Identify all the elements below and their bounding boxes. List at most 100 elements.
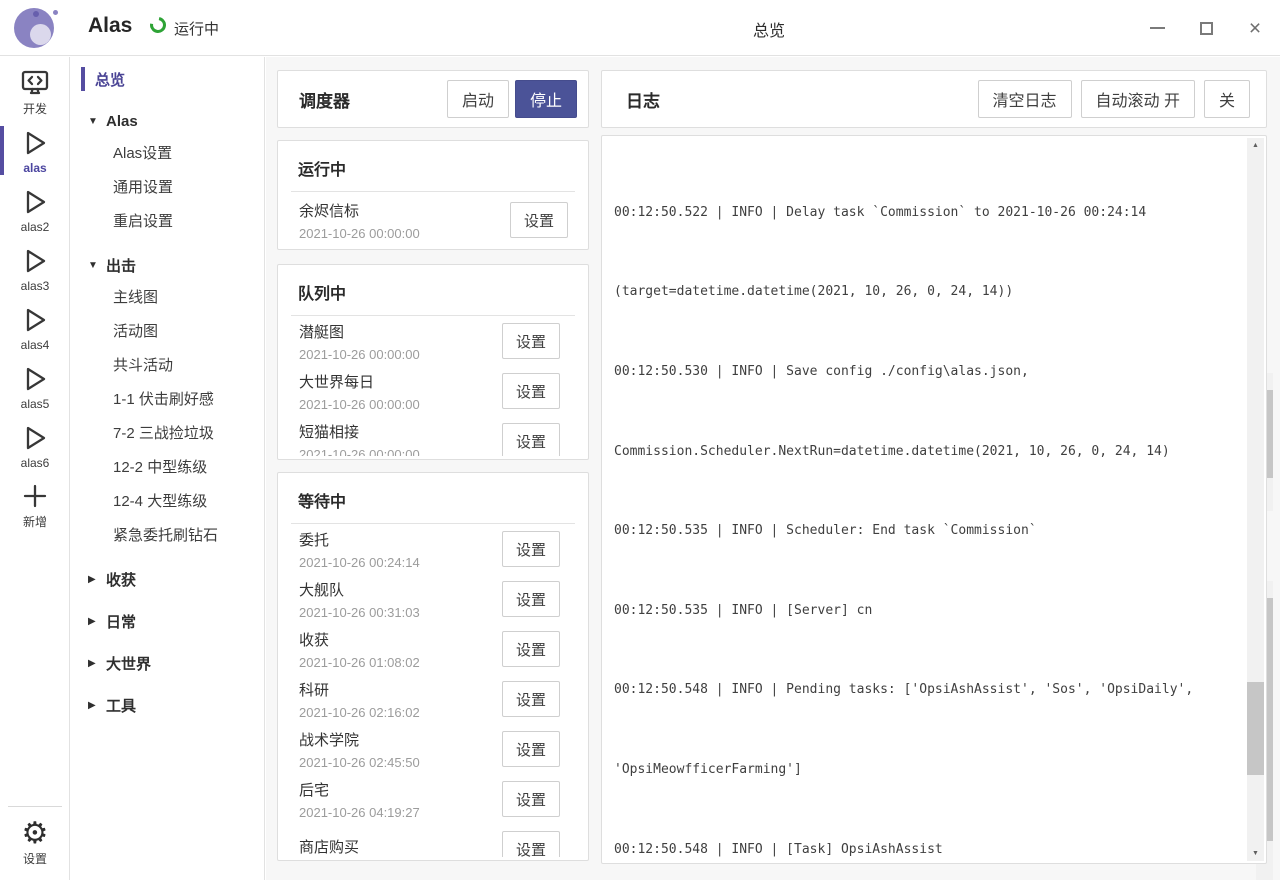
log-line: 00:12:50.535 | INFO | Scheduler: End tas… xyxy=(614,521,1246,541)
menu-item[interactable]: 日常 xyxy=(71,607,264,635)
menu-item[interactable]: 主线图 xyxy=(71,279,264,313)
play-icon xyxy=(18,126,52,160)
close-button[interactable]: × xyxy=(1244,17,1266,39)
rail-bottom: ⚙ 设置 xyxy=(0,806,70,872)
instance-label: alas xyxy=(23,161,46,175)
scrollbar-thumb[interactable] xyxy=(1247,682,1264,775)
log-line: 00:12:50.522 | INFO | Delay task `Commis… xyxy=(614,203,1246,223)
instance-item[interactable]: alas6 xyxy=(0,416,70,475)
settings-button[interactable]: ⚙ 设置 xyxy=(0,813,70,872)
autoscroll-off-button[interactable]: 关 xyxy=(1204,80,1250,118)
task-info: 大舰队 2021-10-26 00:31:03 xyxy=(299,579,502,620)
task-row: 大世界每日 2021-10-26 00:00:00 设置 xyxy=(278,366,588,416)
task-info: 战术学院 2021-10-26 02:45:50 xyxy=(299,729,502,770)
instance-item[interactable]: alas2 xyxy=(0,180,70,239)
task-row: 大舰队 2021-10-26 00:31:03 设置 xyxy=(278,574,588,624)
log-line: 00:12:50.548 | INFO | Pending tasks: ['O… xyxy=(614,680,1246,700)
page-title: 总览 xyxy=(753,17,785,41)
menu-item[interactable]: 通用设置 xyxy=(71,169,264,203)
menu-item[interactable]: 7-2 三战捡垃圾 xyxy=(71,415,264,449)
plus-icon xyxy=(19,480,51,512)
menu-item-label: 共斗活动 xyxy=(113,354,173,375)
autoscroll-on-button[interactable]: 自动滚动 开 xyxy=(1081,80,1195,118)
log-panel-header: 日志 清空日志 自动滚动 开 关 xyxy=(601,70,1267,128)
menu-item[interactable]: 紧急委托刷钻石 xyxy=(71,517,264,551)
task-name: 大舰队 xyxy=(299,579,502,600)
minimize-icon xyxy=(1150,27,1165,29)
chevron-icon xyxy=(88,658,106,669)
task-info: 商店购买 xyxy=(299,836,502,857)
task-setting-button[interactable]: 设置 xyxy=(502,323,560,359)
task-time: 2021-10-26 01:08:02 xyxy=(299,655,502,670)
instance-item[interactable]: alas xyxy=(0,121,70,180)
task-info: 短猫相接 2021-10-26 00:00:00 xyxy=(299,421,502,457)
menu-item-label: 活动图 xyxy=(113,320,158,341)
task-row: 战术学院 2021-10-26 02:45:50 设置 xyxy=(278,724,588,774)
settings-label: 设置 xyxy=(23,850,47,867)
minimize-button[interactable] xyxy=(1146,17,1168,39)
task-setting-button[interactable]: 设置 xyxy=(502,423,560,456)
task-setting-button[interactable]: 设置 xyxy=(502,631,560,667)
task-row: 收获 2021-10-26 01:08:02 设置 xyxy=(278,624,588,674)
play-icon xyxy=(18,362,52,396)
task-setting-button[interactable]: 设置 xyxy=(502,581,560,617)
task-row: 商店购买 设置 xyxy=(278,824,588,857)
play-icon xyxy=(18,185,52,219)
menu-item[interactable]: 大世界 xyxy=(71,649,264,677)
task-setting-button[interactable]: 设置 xyxy=(502,373,560,409)
menu-item[interactable]: 1-1 伏击刷好感 xyxy=(71,381,264,415)
menu-item[interactable]: 12-2 中型练级 xyxy=(71,449,264,483)
menu-item[interactable]: 总览 xyxy=(71,65,264,93)
menu-item[interactable]: 活动图 xyxy=(71,313,264,347)
nav-menu: 总览 Alas Alas设置 通用设置 重启设置 出击 主线图 xyxy=(71,57,265,880)
task-row: 潜艇图 2021-10-26 00:00:00 设置 xyxy=(278,316,588,366)
task-time: 2021-10-26 02:16:02 xyxy=(299,705,502,720)
menu-item[interactable]: 工具 xyxy=(71,691,264,719)
play-icon xyxy=(18,421,52,455)
chevron-icon xyxy=(88,574,106,585)
stop-button[interactable]: 停止 xyxy=(515,80,577,118)
menu-item[interactable]: 出击 xyxy=(71,251,264,279)
instance-label: alas4 xyxy=(21,338,50,352)
menu-item-label: 日常 xyxy=(106,611,136,632)
scroll-up-icon[interactable]: ▲ xyxy=(1247,138,1264,153)
instance-item[interactable]: alas4 xyxy=(0,298,70,357)
menu-item[interactable]: 共斗活动 xyxy=(71,347,264,381)
maximize-button[interactable] xyxy=(1195,17,1217,39)
task-time: 2021-10-26 00:00:00 xyxy=(299,226,510,241)
running-spinner-icon xyxy=(147,14,169,36)
clear-log-button[interactable]: 清空日志 xyxy=(978,80,1072,118)
task-setting-button[interactable]: 设置 xyxy=(502,731,560,767)
task-name: 余烬信标 xyxy=(299,200,510,221)
task-setting-button[interactable]: 设置 xyxy=(502,681,560,717)
instance-item[interactable]: alas3 xyxy=(0,239,70,298)
instance-item[interactable]: 新增 xyxy=(0,475,70,534)
task-setting-button[interactable]: 设置 xyxy=(502,781,560,817)
scheduler-panel: 调度器 启动 停止 xyxy=(277,70,589,128)
menu-item-label: 1-1 伏击刷好感 xyxy=(113,388,214,409)
menu-item[interactable]: Alas xyxy=(71,107,264,135)
alas-logo-icon xyxy=(14,8,54,48)
scroll-down-icon[interactable]: ▼ xyxy=(1247,846,1264,861)
task-setting-button[interactable]: 设置 xyxy=(502,831,560,857)
task-info: 余烬信标 2021-10-26 00:00:00 xyxy=(299,200,510,241)
chevron-icon xyxy=(88,616,106,627)
menu-item[interactable]: 重启设置 xyxy=(71,203,264,237)
task-time: 2021-10-26 00:24:14 xyxy=(299,555,502,570)
task-setting-button[interactable]: 设置 xyxy=(510,202,568,238)
waiting-task-list: 委托 2021-10-26 00:24:14 设置 大舰队 2021-10-26… xyxy=(278,524,588,857)
waiting-title: 等待中 xyxy=(278,473,588,523)
menu-item[interactable]: Alas设置 xyxy=(71,135,264,169)
maximize-icon xyxy=(1200,22,1213,35)
menu-item[interactable]: 收获 xyxy=(71,565,264,593)
instance-item[interactable]: 开发 xyxy=(0,62,70,121)
scheduler-title: 调度器 xyxy=(299,87,447,112)
pending-section: 队列中 潜艇图 2021-10-26 00:00:00 设置 大世界每日 202… xyxy=(277,264,589,460)
running-task-list: 余烬信标 2021-10-26 00:00:00 设置 xyxy=(278,192,588,254)
start-button[interactable]: 启动 xyxy=(447,80,509,118)
task-row: 余烬信标 2021-10-26 00:00:00 设置 xyxy=(278,192,588,248)
task-setting-button[interactable]: 设置 xyxy=(502,531,560,567)
instance-label: 新增 xyxy=(23,513,47,530)
instance-item[interactable]: alas5 xyxy=(0,357,70,416)
menu-item[interactable]: 12-4 大型练级 xyxy=(71,483,264,517)
